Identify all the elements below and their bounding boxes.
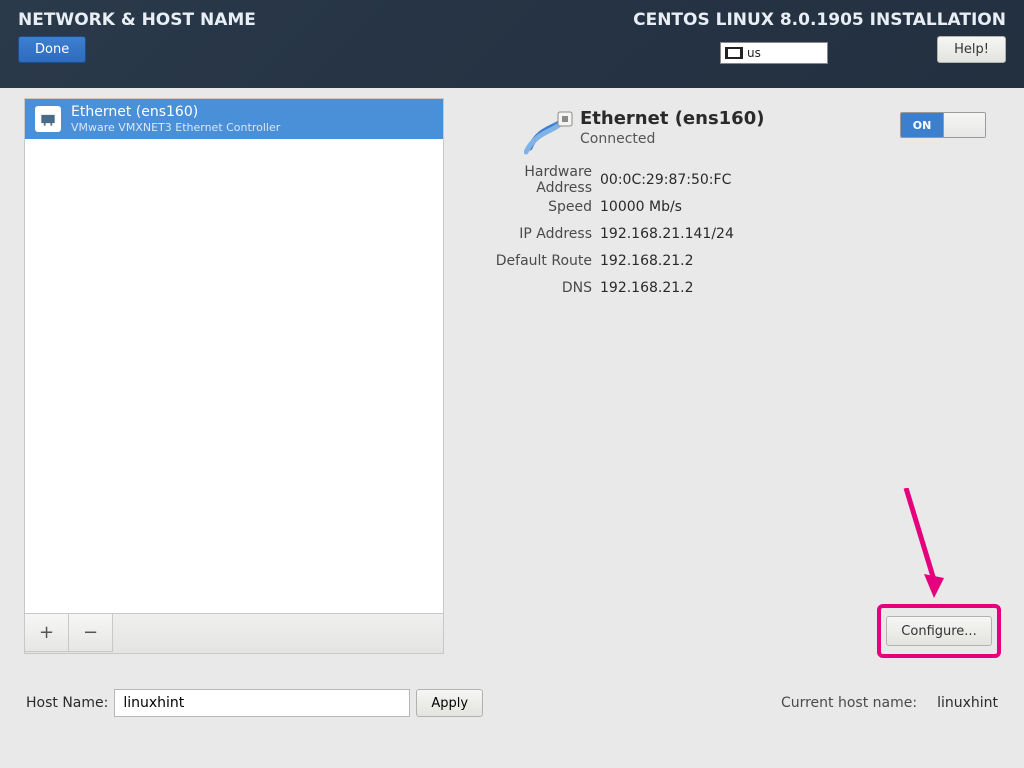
network-connected-icon (524, 110, 574, 160)
network-spoke-content: Ethernet (ens160) VMware VMXNET3 Etherne… (24, 98, 1000, 718)
property-row: DNS 192.168.21.2 (468, 274, 734, 301)
add-device-button[interactable]: + (25, 614, 69, 652)
property-row: Default Route 192.168.21.2 (468, 247, 734, 274)
hostname-input[interactable] (114, 689, 410, 717)
property-value: 192.168.21.2 (598, 280, 694, 296)
property-key: Default Route (468, 253, 598, 269)
device-list[interactable]: Ethernet (ens160) VMware VMXNET3 Etherne… (24, 98, 444, 614)
property-value: 192.168.21.141/24 (598, 226, 734, 242)
apply-hostname-button[interactable]: Apply (416, 689, 483, 717)
device-list-toolbar: + − (24, 614, 444, 654)
property-value: 00:0C:29:87:50:FC (598, 172, 731, 188)
configure-button[interactable]: Configure... (886, 616, 992, 646)
keyboard-icon (725, 47, 743, 59)
property-key: Speed (468, 199, 598, 215)
keyboard-layout-label: us (747, 46, 761, 60)
ethernet-icon (35, 106, 61, 132)
current-hostname-label: Current host name: (781, 695, 917, 711)
device-list-item[interactable]: Ethernet (ens160) VMware VMXNET3 Etherne… (25, 99, 443, 139)
property-key: Hardware Address (468, 164, 598, 196)
property-row: Hardware Address 00:0C:29:87:50:FC (468, 166, 734, 193)
toggle-knob (943, 113, 985, 137)
property-value: 10000 Mb/s (598, 199, 682, 215)
property-key: DNS (468, 280, 598, 296)
spoke-title: NETWORK & HOST NAME (18, 10, 256, 30)
device-subtitle: VMware VMXNET3 Ethernet Controller (71, 121, 280, 134)
help-button[interactable]: Help! (937, 36, 1006, 63)
connection-status: Connected (580, 131, 764, 147)
connection-toggle[interactable]: ON (900, 112, 986, 138)
hostname-label: Host Name: (26, 695, 108, 711)
property-value: 192.168.21.2 (598, 253, 694, 269)
product-title: CENTOS LINUX 8.0.1905 INSTALLATION (633, 10, 1006, 30)
device-title: Ethernet (ens160) (71, 104, 280, 121)
connection-properties: Hardware Address 00:0C:29:87:50:FC Speed… (468, 166, 734, 301)
hostname-row: Host Name: Apply Current host name: linu… (26, 686, 998, 720)
property-row: Speed 10000 Mb/s (468, 193, 734, 220)
toggle-on-label: ON (901, 113, 943, 137)
keyboard-layout-indicator[interactable]: us (720, 42, 828, 64)
installer-header: NETWORK & HOST NAME CENTOS LINUX 8.0.190… (0, 0, 1024, 88)
remove-device-button[interactable]: − (69, 614, 113, 652)
annotation-arrow-icon (886, 488, 946, 604)
property-row: IP Address 192.168.21.141/24 (468, 220, 734, 247)
current-hostname-value: linuxhint (937, 695, 998, 711)
done-button[interactable]: Done (18, 36, 86, 63)
property-key: IP Address (468, 226, 598, 242)
connection-heading: Ethernet (ens160) (580, 108, 764, 129)
